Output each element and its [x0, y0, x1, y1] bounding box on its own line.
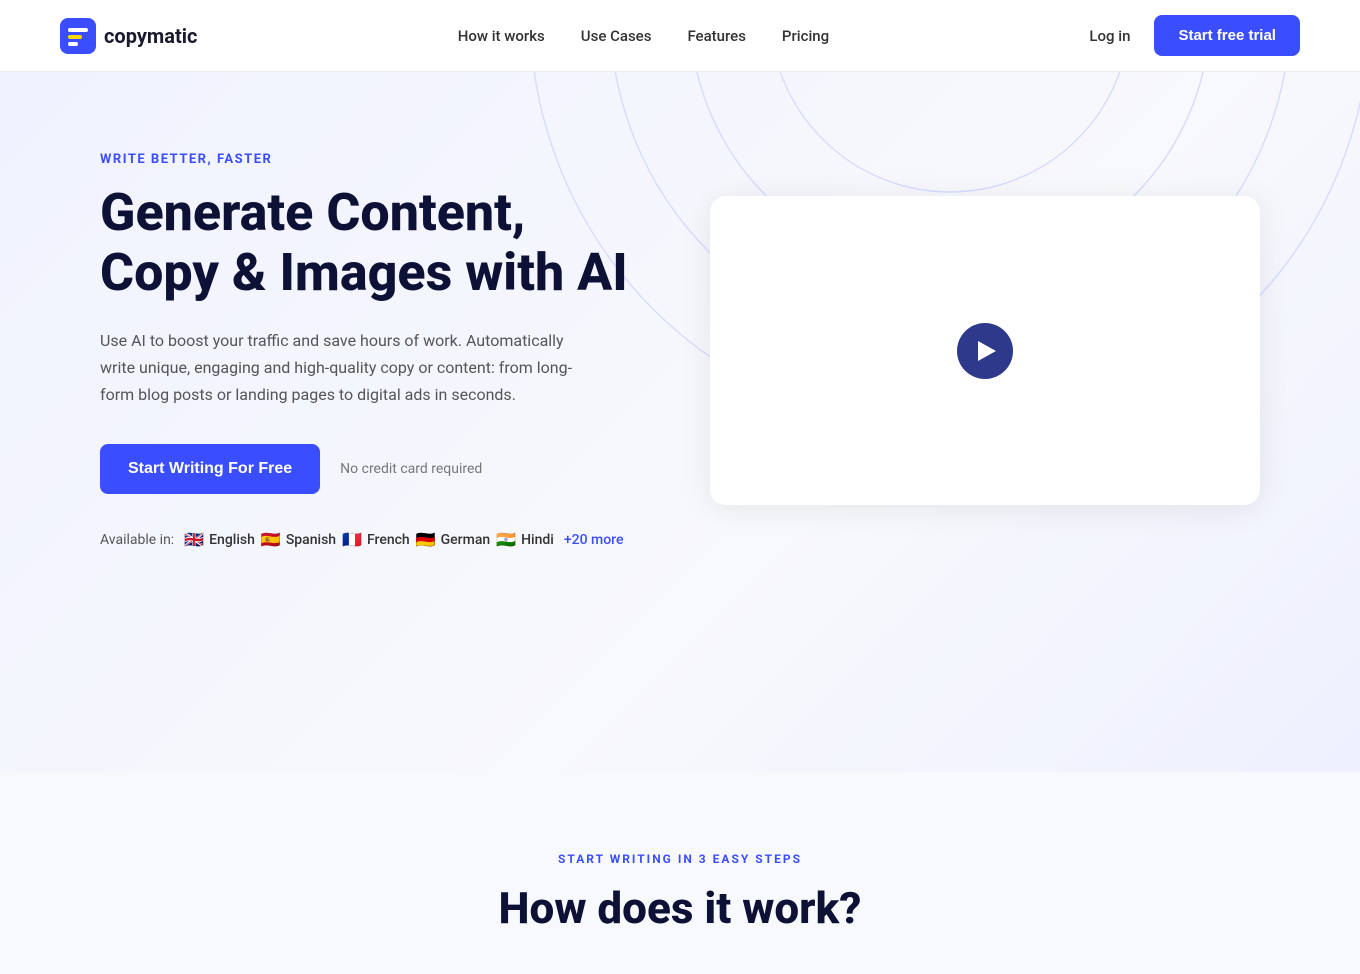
available-in-label: Available in:: [100, 532, 174, 548]
english-flag: 🇬🇧: [184, 530, 204, 549]
language-spanish: 🇪🇸 Spanish: [261, 530, 336, 549]
language-english: 🇬🇧 English: [184, 530, 255, 549]
available-in-row: Available in: 🇬🇧 English 🇪🇸 Spanish 🇫🇷 F…: [100, 530, 650, 549]
video-card[interactable]: [710, 196, 1260, 505]
german-flag: 🇩🇪: [416, 530, 436, 549]
language-french: 🇫🇷 French: [342, 530, 410, 549]
how-it-works-section: START WRITING IN 3 EASY STEPS How does i…: [0, 772, 1360, 974]
language-hindi: 🇮🇳 Hindi: [496, 530, 554, 549]
nav-actions: Log in Start free trial: [1089, 15, 1300, 56]
hindi-label: Hindi: [521, 532, 554, 548]
french-flag: 🇫🇷: [342, 530, 362, 549]
start-free-trial-button[interactable]: Start free trial: [1154, 15, 1300, 56]
nav-item-how-it-works[interactable]: How it works: [458, 26, 545, 45]
hero-content: WRITE BETTER, FASTER Generate Content, C…: [40, 72, 1320, 609]
hero-right-panel: [710, 196, 1260, 505]
hindi-flag: 🇮🇳: [496, 530, 516, 549]
no-credit-card-text: No credit card required: [340, 461, 482, 477]
language-german: 🇩🇪 German: [416, 530, 490, 549]
hero-left-panel: WRITE BETTER, FASTER Generate Content, C…: [100, 152, 650, 549]
nav-links: How it works Use Cases Features Pricing: [458, 26, 829, 45]
login-link[interactable]: Log in: [1089, 27, 1130, 45]
how-eyebrow: START WRITING IN 3 EASY STEPS: [60, 852, 1300, 866]
spanish-flag: 🇪🇸: [261, 530, 281, 549]
navbar: copymatic How it works Use Cases Feature…: [0, 0, 1360, 72]
how-headline: How does it work?: [60, 882, 1300, 934]
french-label: French: [367, 532, 410, 548]
hero-eyebrow: WRITE BETTER, FASTER: [100, 152, 650, 167]
nav-item-features[interactable]: Features: [687, 26, 745, 45]
nav-item-pricing[interactable]: Pricing: [782, 26, 829, 45]
hero-description: Use AI to boost your traffic and save ho…: [100, 327, 580, 409]
more-languages-link[interactable]: +20 more: [564, 532, 624, 548]
play-button[interactable]: [957, 323, 1013, 379]
hero-section: WRITE BETTER, FASTER Generate Content, C…: [0, 72, 1360, 772]
hero-headline: Generate Content, Copy & Images with AI: [100, 183, 650, 303]
nav-item-use-cases[interactable]: Use Cases: [581, 26, 652, 45]
logo[interactable]: copymatic: [60, 18, 197, 54]
english-label: English: [209, 532, 255, 548]
cta-row: Start Writing For Free No credit card re…: [100, 444, 650, 494]
start-writing-button[interactable]: Start Writing For Free: [100, 444, 320, 494]
german-label: German: [441, 532, 491, 548]
spanish-label: Spanish: [286, 532, 336, 548]
logo-text: copymatic: [104, 24, 197, 48]
logo-icon: [60, 18, 96, 54]
